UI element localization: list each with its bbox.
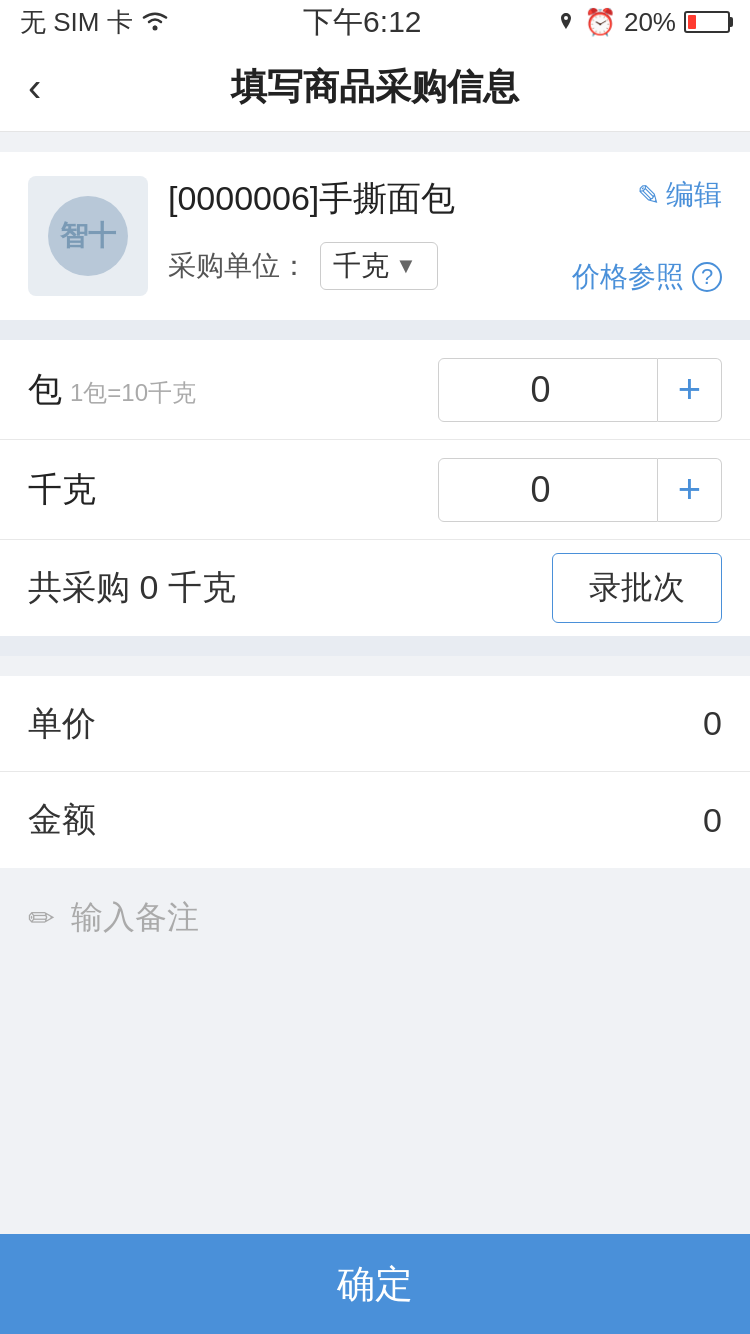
price-row-1: 金额 0 <box>0 772 750 868</box>
qty-label-1: 千克 <box>28 467 438 513</box>
location-icon <box>556 7 576 38</box>
unit-label: 采购单位： <box>168 247 308 285</box>
qty-plus-button-1[interactable]: + <box>658 458 722 522</box>
price-section: 单价 0 金额 0 <box>0 676 750 868</box>
price-value-1: 0 <box>703 801 722 840</box>
qty-label-0: 包1包=10千克 <box>28 367 438 413</box>
status-bar: 无 SIM 卡 下午6:12 ⏰ 20% <box>0 0 750 44</box>
section-divider-1 <box>0 320 750 340</box>
summary-label: 共采购 <box>28 568 130 606</box>
battery-icon <box>684 11 730 33</box>
note-section[interactable]: ✏ 输入备注 <box>0 868 750 968</box>
quantity-input-0[interactable] <box>438 358 658 422</box>
unit-select[interactable]: 千克 ▼ <box>320 242 438 290</box>
qty-sublabel-0: 1包=10千克 <box>70 379 196 406</box>
product-card: 智十 [0000006]手撕面包 采购单位： 千克 ▼ ✎ 编辑 价格参照 ? <box>0 152 750 320</box>
qty-plus-button-0[interactable]: + <box>658 358 722 422</box>
price-row-0: 单价 0 <box>0 676 750 772</box>
price-label-0: 单价 <box>28 701 96 747</box>
chevron-down-icon: ▼ <box>395 253 417 279</box>
svg-point-0 <box>152 25 157 30</box>
summary-qty: 0 <box>139 568 158 606</box>
quantity-section: 包1包=10千克 + 千克 + <box>0 340 750 540</box>
quantity-row-0: 包1包=10千克 + <box>0 340 750 440</box>
page-footer-space <box>0 968 750 1268</box>
product-thumbnail: 智十 <box>28 176 148 296</box>
back-button[interactable]: ‹ <box>28 65 41 110</box>
edit-button[interactable]: ✎ 编辑 <box>637 176 722 214</box>
unit-value: 千克 <box>333 247 389 285</box>
pencil-icon: ✏ <box>28 899 55 937</box>
status-bar-left: 无 SIM 卡 <box>20 5 169 40</box>
alarm-icon: ⏰ <box>584 7 616 38</box>
price-value-0: 0 <box>703 704 722 743</box>
batch-button[interactable]: 录批次 <box>552 553 722 623</box>
help-icon: ? <box>692 262 722 292</box>
quantity-row-1: 千克 + <box>0 440 750 540</box>
carrier-label: 无 SIM 卡 <box>20 5 133 40</box>
product-thumb-logo: 智十 <box>48 196 128 276</box>
note-placeholder: 输入备注 <box>71 896 199 940</box>
section-divider-2 <box>0 636 750 656</box>
qty-input-wrapper-0: + <box>438 358 722 422</box>
summary-unit <box>158 568 167 606</box>
wifi-icon <box>141 7 169 38</box>
nav-bar: ‹ 填写商品采购信息 <box>0 44 750 132</box>
qty-input-wrapper-1: + <box>438 458 722 522</box>
confirm-button[interactable]: 确定 <box>0 1234 750 1334</box>
battery-text: 20% <box>624 7 676 38</box>
summary-text: 共采购 0 千克 <box>28 565 236 611</box>
price-ref-label: 价格参照 <box>572 258 684 296</box>
page-title: 填写商品采购信息 <box>231 63 519 112</box>
edit-label: 编辑 <box>666 176 722 214</box>
status-bar-time: 下午6:12 <box>303 2 421 43</box>
status-bar-right: ⏰ 20% <box>556 7 730 38</box>
edit-icon: ✎ <box>637 179 660 212</box>
price-label-1: 金额 <box>28 797 96 843</box>
summary-row: 共采购 0 千克 录批次 <box>0 540 750 636</box>
price-reference-button[interactable]: 价格参照 ? <box>572 258 722 296</box>
quantity-input-1[interactable] <box>438 458 658 522</box>
